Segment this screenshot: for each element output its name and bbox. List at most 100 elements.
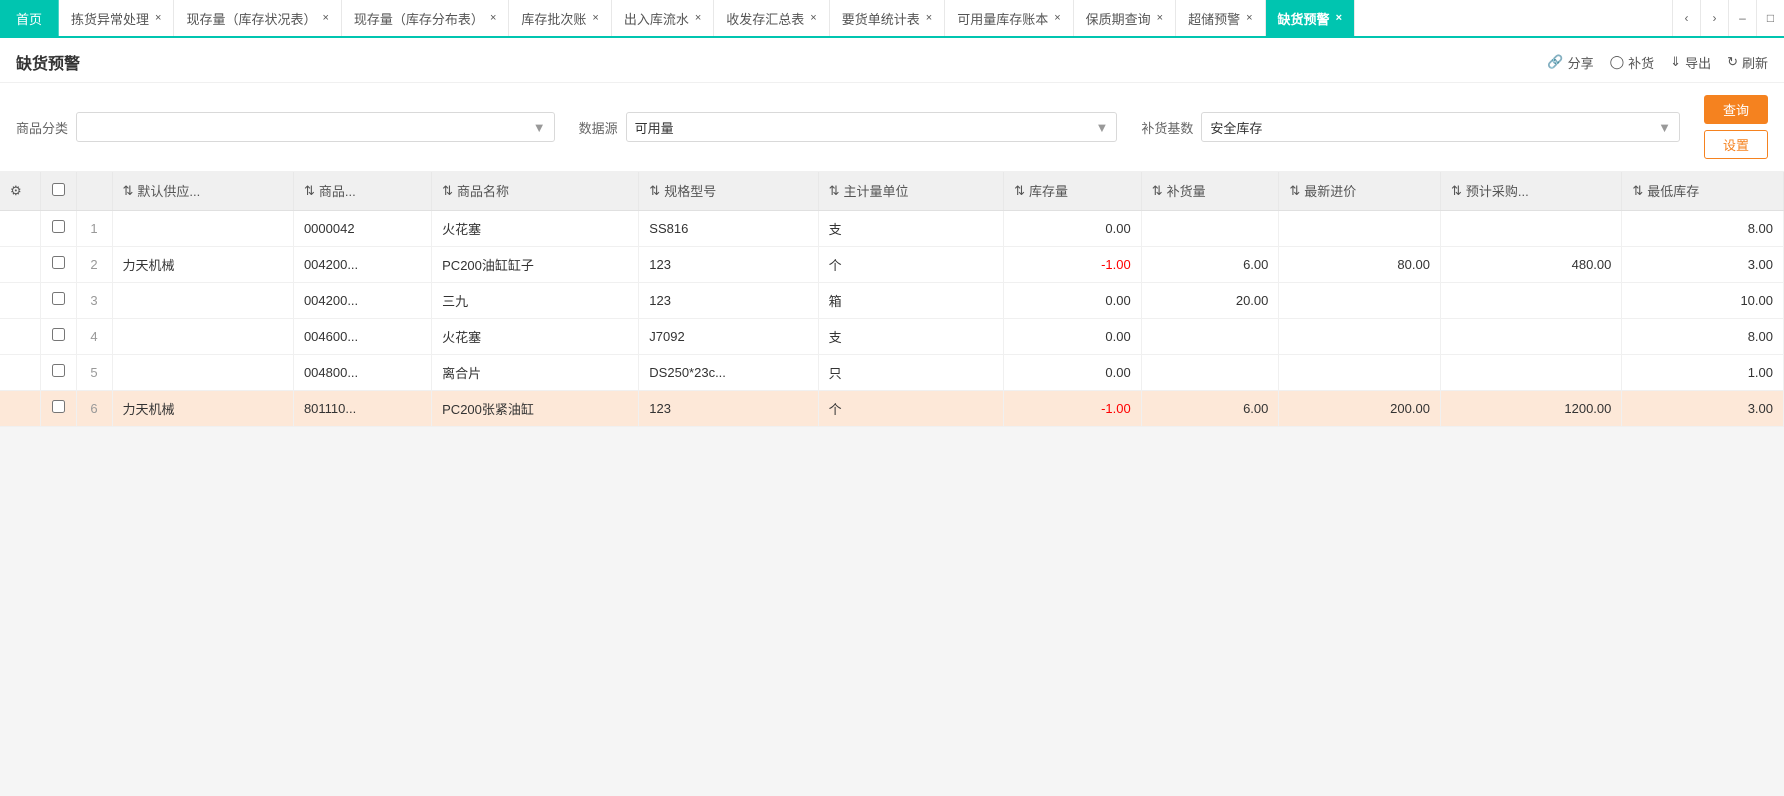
tab-11[interactable]: 缺货预警 × [1266,0,1355,36]
row-checkbox-cell[interactable] [40,390,76,426]
col-latest-price[interactable]: ⇅ 最新进价 [1279,172,1441,210]
col-stock[interactable]: ⇅ 库存量 [1004,172,1142,210]
col-min-stock[interactable]: ⇅ 最低库存 [1622,172,1784,210]
sort-icon: ⇅ [1152,183,1163,199]
row-index: 3 [76,282,112,318]
tab-2-close[interactable]: × [322,12,328,24]
tab-11-label: 缺货预警 [1278,9,1330,28]
row-checkbox[interactable] [52,364,65,377]
row-latest-price [1279,318,1441,354]
tab-8-close[interactable]: × [1054,12,1060,24]
table-row: 10000042火花塞SS816支0.008.00 [0,210,1784,246]
row-checkbox[interactable] [52,400,65,413]
row-stock: 0.00 [1004,282,1142,318]
row-checkbox-cell[interactable] [40,282,76,318]
tab-1[interactable]: 拣货异常处理 × [59,0,174,36]
row-gear-cell [0,282,40,318]
tab-3[interactable]: 现存量（库存分布表） × [342,0,509,36]
tab-4-label: 库存批次账 [521,9,586,28]
tab-11-close[interactable]: × [1336,12,1342,24]
col-est-purchase[interactable]: ⇅ 预计采购... [1440,172,1621,210]
row-stock: -1.00 [1004,246,1142,282]
tab-nav-buttons: ‹ › – □ [1672,0,1784,36]
tab-9[interactable]: 保质期查询 × [1074,0,1176,36]
tab-8[interactable]: 可用量库存账本 × [945,0,1073,36]
table-row: 3004200...三九123箱0.0020.0010.00 [0,282,1784,318]
row-checkbox-cell[interactable] [40,318,76,354]
export-btn[interactable]: ⇓ 导出 [1670,53,1711,72]
sort-icon: ⇅ [1451,183,1462,199]
tab-9-close[interactable]: × [1157,12,1163,24]
row-index: 4 [76,318,112,354]
row-spec: 123 [639,390,818,426]
tab-1-close[interactable]: × [155,12,161,24]
row-unit: 只 [818,354,1003,390]
row-goods-code: 004200... [293,246,431,282]
row-index: 2 [76,246,112,282]
row-checkbox[interactable] [52,220,65,233]
tab-6[interactable]: 收发存汇总表 × [714,0,829,36]
row-checkbox-cell[interactable] [40,246,76,282]
col-checkbox[interactable] [40,172,76,210]
row-checkbox[interactable] [52,292,65,305]
settings-button[interactable]: 设置 [1704,130,1768,159]
tab-3-close[interactable]: × [490,12,496,24]
category-select[interactable]: ▼ [76,112,555,142]
tab-10[interactable]: 超储预警 × [1176,0,1265,36]
table-row: 2力天机械004200...PC200油缸缸子123个-1.006.0080.0… [0,246,1784,282]
row-est-purchase [1440,354,1621,390]
col-goods-name[interactable]: ⇅ 商品名称 [432,172,639,210]
share-icon: 🔗 [1547,54,1563,70]
row-spec: 123 [639,282,818,318]
tab-6-close[interactable]: × [810,12,816,24]
row-supplier [112,210,293,246]
tab-maximize-btn[interactable]: □ [1756,0,1784,36]
tab-5[interactable]: 出入库流水 × [612,0,714,36]
tab-minimize-btn[interactable]: – [1728,0,1756,36]
row-min-stock: 8.00 [1622,318,1784,354]
col-replenish-qty[interactable]: ⇅ 补货量 [1141,172,1279,210]
row-goods-code: 004800... [293,354,431,390]
tab-home[interactable]: 首页 [0,0,59,36]
row-checkbox-cell[interactable] [40,354,76,390]
col-supplier[interactable]: ⇅ 默认供应... [112,172,293,210]
col-goods-name-label: 商品名称 [457,181,509,200]
datasource-select[interactable]: 可用量 ▼ [626,112,1118,142]
row-checkbox-cell[interactable] [40,210,76,246]
filter-category: 商品分类 ▼ [16,112,555,142]
tab-2[interactable]: 现存量（库存状况表） × [174,0,341,36]
sort-icon: ⇅ [649,183,660,199]
share-btn[interactable]: 🔗 分享 [1547,53,1593,72]
row-checkbox[interactable] [52,328,65,341]
refresh-btn[interactable]: ↻ 刷新 [1727,53,1768,72]
row-checkbox[interactable] [52,256,65,269]
row-min-stock: 3.00 [1622,390,1784,426]
row-goods-name: PC200张紧油缸 [432,390,639,426]
tab-7[interactable]: 要货单统计表 × [830,0,945,36]
row-latest-price [1279,354,1441,390]
tab-next-btn[interactable]: › [1700,0,1728,36]
col-goods-code[interactable]: ⇅ 商品... [293,172,431,210]
row-replenish-qty: 20.00 [1141,282,1279,318]
sort-icon: ⇅ [1014,183,1025,199]
col-unit[interactable]: ⇅ 主计量单位 [818,172,1003,210]
tab-prev-btn[interactable]: ‹ [1672,0,1700,36]
row-spec: DS250*23c... [639,354,818,390]
tab-7-close[interactable]: × [926,12,932,24]
query-button[interactable]: 查询 [1704,95,1768,124]
replenish-base-select[interactable]: 安全库存 ▼ [1201,112,1680,142]
col-gear[interactable]: ⚙ [0,172,40,210]
export-icon: ⇓ [1670,54,1681,70]
col-stock-label: 库存量 [1029,181,1068,200]
tab-4[interactable]: 库存批次账 × [509,0,611,36]
replenish-btn[interactable]: ◯ 补货 [1610,53,1655,72]
table-header-row: ⚙ ⇅ 默认供应... ⇅ 商 [0,172,1784,210]
tab-10-close[interactable]: × [1246,12,1252,24]
row-goods-code: 004200... [293,282,431,318]
tab-5-close[interactable]: × [695,12,701,24]
tab-4-close[interactable]: × [592,12,598,24]
row-supplier [112,318,293,354]
select-all-checkbox[interactable] [52,183,65,196]
col-spec[interactable]: ⇅ 规格型号 [639,172,818,210]
row-est-purchase [1440,318,1621,354]
